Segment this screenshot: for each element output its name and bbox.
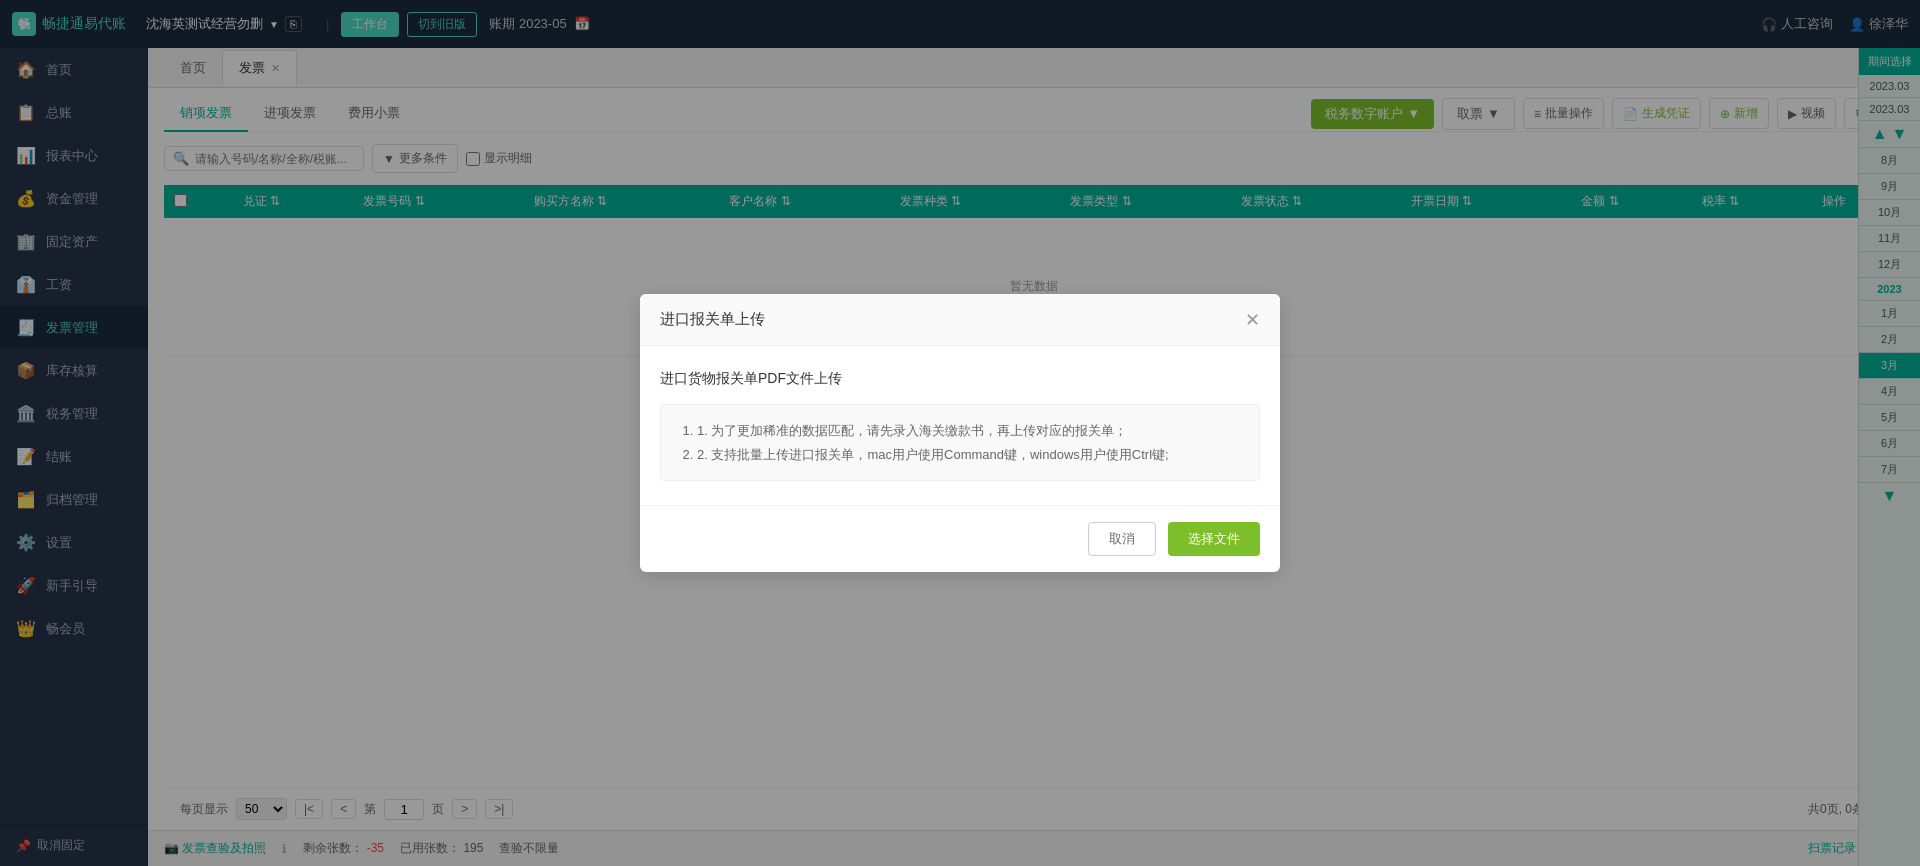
modal-instructions-list: 1. 为了更加稀准的数据匹配，请先录入海关缴款书，再上传对应的报关单； 2. 支… (677, 419, 1243, 466)
import-customs-modal: 进口报关单上传 ✕ 进口货物报关单PDF文件上传 1. 为了更加稀准的数据匹配，… (640, 294, 1280, 572)
modal-cancel-btn[interactable]: 取消 (1088, 522, 1156, 556)
modal-header: 进口报关单上传 ✕ (640, 294, 1280, 346)
modal-close-btn[interactable]: ✕ (1245, 311, 1260, 329)
modal-instruction-1: 1. 为了更加稀准的数据匹配，请先录入海关缴款书，再上传对应的报关单； (697, 419, 1243, 442)
modal-instruction-2: 2. 支持批量上传进口报关单，mac用户使用Command键，windows用户… (697, 443, 1243, 466)
modal-overlay: 进口报关单上传 ✕ 进口货物报关单PDF文件上传 1. 为了更加稀准的数据匹配，… (0, 0, 1920, 866)
modal-select-file-btn[interactable]: 选择文件 (1168, 522, 1260, 556)
modal-section-title: 进口货物报关单PDF文件上传 (660, 370, 1260, 388)
modal-footer: 取消 选择文件 (640, 505, 1280, 572)
modal-info-box: 1. 为了更加稀准的数据匹配，请先录入海关缴款书，再上传对应的报关单； 2. 支… (660, 404, 1260, 481)
modal-body: 进口货物报关单PDF文件上传 1. 为了更加稀准的数据匹配，请先录入海关缴款书，… (640, 346, 1280, 505)
modal-title: 进口报关单上传 (660, 310, 765, 329)
